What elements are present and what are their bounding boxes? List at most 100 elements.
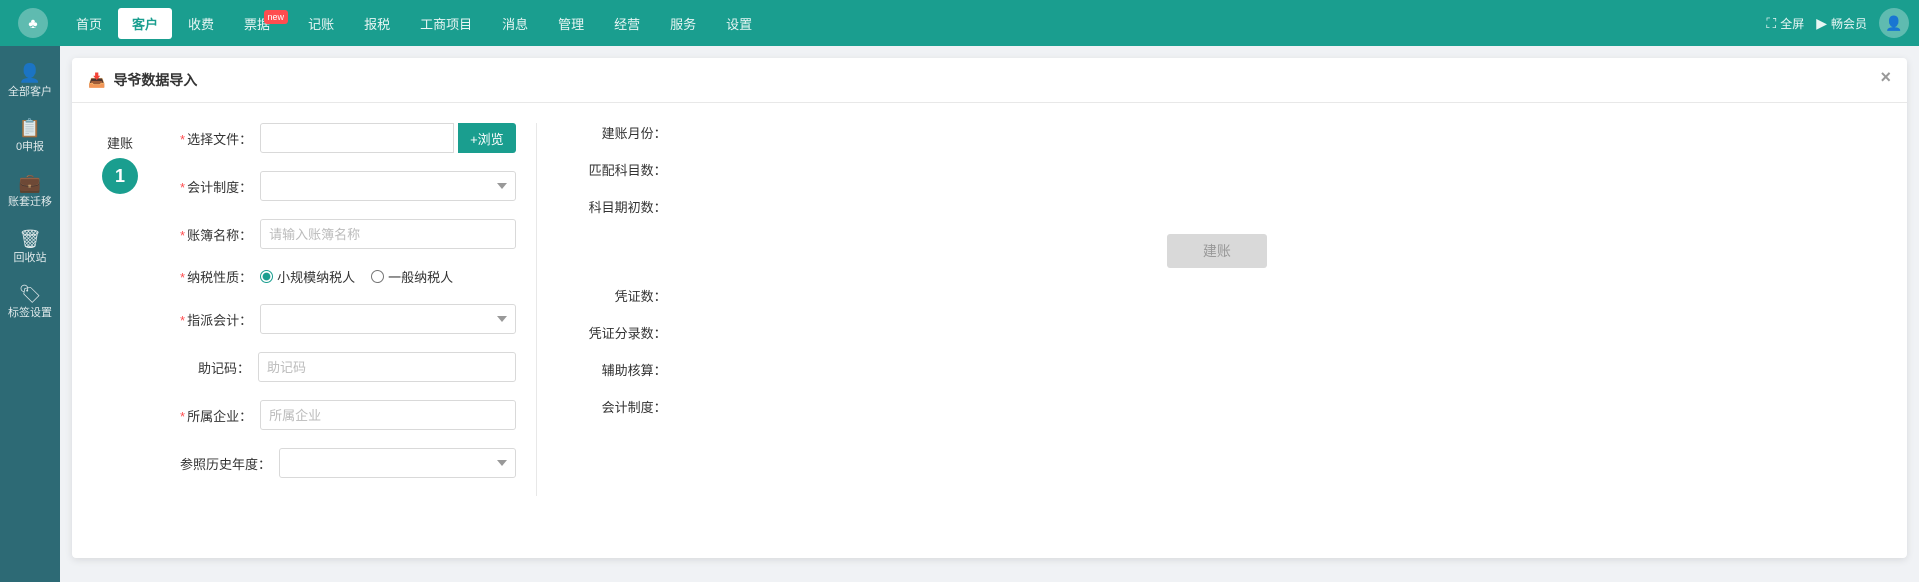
nav-item-invoice[interactable]: 票据 new bbox=[230, 8, 292, 39]
vip-icon: ▶ bbox=[1816, 15, 1827, 32]
fullscreen-button[interactable]: ⛶ 全屏 bbox=[1766, 15, 1804, 32]
required-star-2: * bbox=[180, 180, 185, 195]
period-initial-label: 科目期初数： bbox=[587, 197, 667, 216]
sidebar-item-label-declaration: 0申报 bbox=[16, 141, 44, 154]
user-avatar[interactable]: 👤 bbox=[1879, 8, 1909, 38]
required-star-4: * bbox=[180, 270, 185, 285]
tax-type-small-label: 小规模纳税人 bbox=[277, 267, 355, 286]
dialog-header: 📥 导爷数据导入 × bbox=[72, 58, 1907, 103]
required-star-6: * bbox=[180, 409, 185, 424]
period-initial-row: 科目期初数： bbox=[587, 197, 1877, 216]
sidebar-item-account-migration[interactable]: 💼 账套迁移 bbox=[4, 166, 56, 217]
nav-item-service[interactable]: 服务 bbox=[656, 8, 710, 39]
tax-type-small-option[interactable]: 小规模纳税人 bbox=[260, 267, 355, 286]
tax-type-row: *纳税性质： 小规模纳税人 一般纳税人 bbox=[180, 267, 516, 286]
company-label: *所属企业： bbox=[180, 406, 252, 425]
accounting-system-right-label: 会计制度： bbox=[587, 397, 667, 416]
vip-button[interactable]: ▶ 畅会员 bbox=[1816, 15, 1867, 32]
nav-item-manage[interactable]: 管理 bbox=[544, 8, 598, 39]
logo-icon: ♣ bbox=[18, 8, 48, 38]
auxiliary-accounting-label: 辅助核算： bbox=[587, 360, 667, 379]
company-input[interactable] bbox=[260, 400, 516, 430]
sidebar-item-label-tag-settings: 标签设置 bbox=[8, 307, 52, 320]
sidebar-item-recycle[interactable]: 🗑 回收站 bbox=[4, 222, 56, 273]
accounting-system-select[interactable] bbox=[260, 171, 516, 201]
voucher-records-row: 凭证分录数： bbox=[587, 323, 1877, 342]
tax-type-label: *纳税性质： bbox=[180, 267, 252, 286]
memo-code-input[interactable] bbox=[258, 352, 516, 382]
top-navigation: ♣ 首页 客户 收费 票据 new 记账 报税 工商项目 消息 管理 经营 服务… bbox=[0, 0, 1919, 46]
declaration-icon: 📋 bbox=[19, 119, 41, 137]
tax-type-radio-group: 小规模纳税人 一般纳税人 bbox=[260, 267, 516, 286]
auxiliary-accounting-row: 辅助核算： bbox=[587, 360, 1877, 379]
accountant-row: *指派会计： bbox=[180, 304, 516, 334]
app-logo[interactable]: ♣ bbox=[10, 0, 56, 46]
required-star: * bbox=[180, 132, 185, 147]
nav-item-message[interactable]: 消息 bbox=[488, 8, 542, 39]
sidebar-item-all-customers[interactable]: 👤 全部客户 bbox=[4, 56, 56, 107]
build-button-container: 建账 bbox=[587, 234, 1877, 268]
nav-item-settings[interactable]: 设置 bbox=[712, 8, 766, 39]
main-layout: 👤 全部客户 📋 0申报 💼 账套迁移 🗑 回收站 🏷 标签设置 📥 导爷数据导… bbox=[0, 46, 1919, 582]
step-circle: 1 bbox=[102, 158, 138, 194]
sidebar-item-tag-settings[interactable]: 🏷 标签设置 bbox=[4, 277, 56, 328]
voucher-records-label: 凭证分录数： bbox=[587, 323, 667, 342]
sidebar-item-label-recycle: 回收站 bbox=[14, 252, 47, 265]
ledger-name-row: *账簿名称： bbox=[180, 219, 516, 249]
sidebar-item-label-account-migration: 账套迁移 bbox=[8, 196, 52, 209]
close-button[interactable]: × bbox=[1880, 68, 1891, 86]
all-customers-icon: 👤 bbox=[19, 64, 41, 82]
tax-type-general-option[interactable]: 一般纳税人 bbox=[371, 267, 453, 286]
vip-label: 畅会员 bbox=[1831, 15, 1867, 32]
match-subjects-row: 匹配科目数： bbox=[587, 160, 1877, 179]
tax-type-small-radio[interactable] bbox=[260, 270, 273, 283]
required-star-3: * bbox=[180, 228, 185, 243]
company-row: *所属企业： bbox=[180, 400, 516, 430]
fullscreen-icon: ⛶ bbox=[1766, 15, 1776, 32]
memo-code-label: 助记码： bbox=[180, 358, 250, 377]
dialog-title: 导爷数据导入 bbox=[113, 70, 197, 90]
form-section: *选择文件： +浏览 *会计制度： bbox=[180, 123, 516, 496]
nav-item-billing[interactable]: 收费 bbox=[174, 8, 228, 39]
nav-item-operation[interactable]: 经营 bbox=[600, 8, 654, 39]
nav-item-business[interactable]: 工商项目 bbox=[406, 8, 486, 39]
sidebar-item-declaration[interactable]: 📋 0申报 bbox=[4, 111, 56, 162]
required-star-5: * bbox=[180, 313, 185, 328]
nav-item-customer[interactable]: 客户 bbox=[118, 8, 172, 39]
nav-badge-new: new bbox=[264, 10, 289, 25]
nav-items-list: 首页 客户 收费 票据 new 记账 报税 工商项目 消息 管理 经营 服务 设… bbox=[62, 8, 1766, 39]
ledger-name-input[interactable] bbox=[260, 219, 516, 249]
sidebar-item-label-all-customers: 全部客户 bbox=[8, 86, 52, 99]
build-month-row: 建账月份： bbox=[587, 123, 1877, 142]
ledger-name-label: *账簿名称： bbox=[180, 225, 252, 244]
build-account-button[interactable]: 建账 bbox=[1167, 234, 1267, 268]
content-area: 📥 导爷数据导入 × 建账 1 bbox=[60, 46, 1919, 582]
reference-year-select[interactable] bbox=[279, 448, 516, 478]
nav-item-home[interactable]: 首页 bbox=[62, 8, 116, 39]
info-section: 建账月份： 匹配科目数： 科目期初数： 建账 bbox=[557, 123, 1877, 496]
browse-button[interactable]: +浏览 bbox=[458, 123, 516, 153]
accountant-label: *指派会计： bbox=[180, 310, 252, 329]
file-input-group: +浏览 bbox=[260, 123, 516, 153]
reference-year-row: 参照历史年度： bbox=[180, 448, 516, 478]
dialog-card: 📥 导爷数据导入 × 建账 1 bbox=[72, 58, 1907, 558]
sidebar: 👤 全部客户 📋 0申报 💼 账套迁移 🗑 回收站 🏷 标签设置 bbox=[0, 46, 60, 582]
recycle-icon: 🗑 bbox=[19, 230, 42, 248]
accounting-system-row: *会计制度： bbox=[180, 171, 516, 201]
step-label: 建账 bbox=[107, 133, 133, 152]
nav-item-account[interactable]: 记账 bbox=[294, 8, 348, 39]
file-path-input[interactable] bbox=[260, 123, 454, 153]
voucher-count-row: 凭证数： bbox=[587, 286, 1877, 305]
tag-settings-icon: 🏷 bbox=[19, 285, 42, 303]
file-select-label: *选择文件： bbox=[180, 129, 252, 148]
user-icon: 👤 bbox=[1885, 15, 1902, 32]
nav-item-tax[interactable]: 报税 bbox=[350, 8, 404, 39]
build-month-label: 建账月份： bbox=[587, 123, 667, 142]
match-subjects-label: 匹配科目数： bbox=[587, 160, 667, 179]
section-divider bbox=[536, 123, 537, 496]
account-migration-icon: 💼 bbox=[19, 174, 41, 192]
accounting-system-label: *会计制度： bbox=[180, 177, 252, 196]
step-indicator: 建账 1 bbox=[102, 123, 138, 194]
accountant-select[interactable] bbox=[260, 304, 516, 334]
tax-type-general-radio[interactable] bbox=[371, 270, 384, 283]
